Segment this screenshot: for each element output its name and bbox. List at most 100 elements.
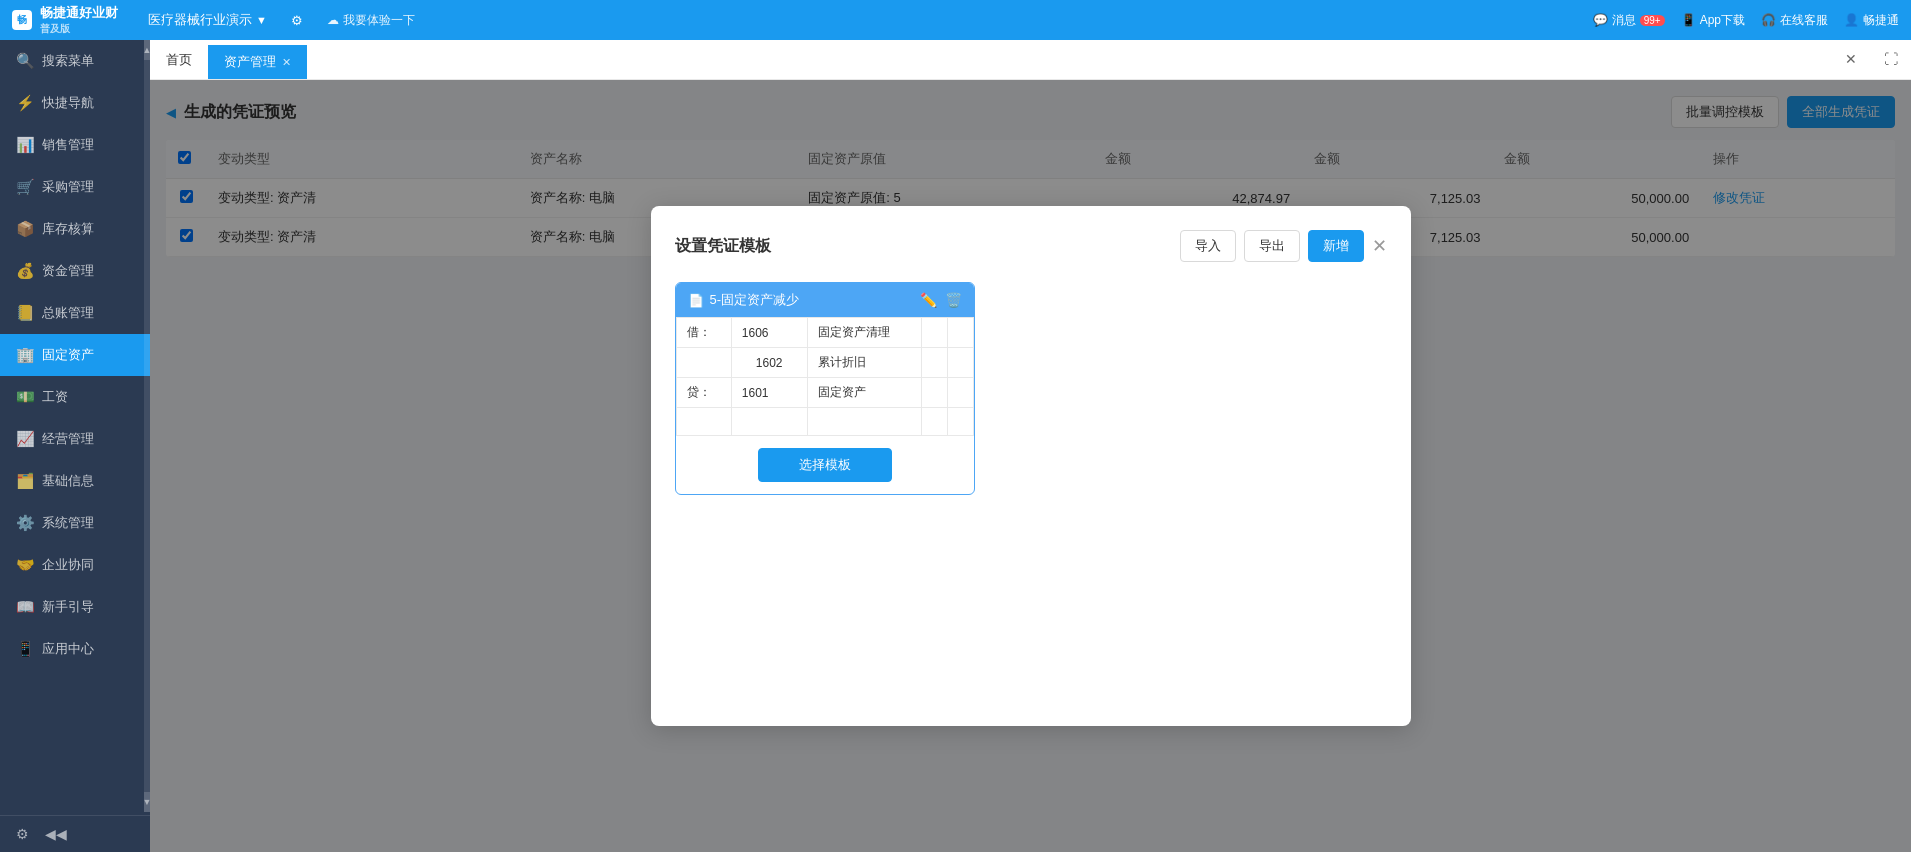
top-bar-right: 💬 消息 99+ 📱 App下载 🎧 在线客服 👤 畅捷通 [1593,12,1899,29]
delete-template-icon[interactable]: 🗑️ [945,292,962,308]
template-card-header: 📄 5-固定资产减少 ✏️ 🗑️ [676,283,974,317]
modal-close-button[interactable]: ✕ [1372,235,1387,257]
template-footer: 选择模板 [676,436,974,494]
sidebar-item-sales[interactable]: 📊 销售管理 [0,124,150,166]
document-icon: 📄 [688,293,704,308]
template-entry-row: 贷： 1601 固定资产 [676,378,973,408]
app-subtitle: 普及版 [40,22,118,36]
sidebar-item-quicknav[interactable]: ⚡ 快捷导航 [0,82,150,124]
operations-icon: 📈 [16,430,34,448]
sidebar-item-purchase[interactable]: 🛒 采购管理 [0,166,150,208]
scroll-up-icon[interactable]: ▲ [143,45,152,55]
template-card: 📄 5-固定资产减少 ✏️ 🗑️ [675,282,975,495]
quicknav-icon: ⚡ [16,94,34,112]
experience-button[interactable]: ☁ 我要体验一下 [327,12,415,29]
collab-icon: 🤝 [16,556,34,574]
credit-col-1 [947,378,973,408]
template-entry-row: 1602 累计折旧 [676,348,973,378]
export-button[interactable]: 导出 [1244,230,1300,262]
import-button[interactable]: 导入 [1180,230,1236,262]
debit-label-2 [676,348,731,378]
app-title: 畅捷通好业财 [40,4,118,22]
purchase-icon: 🛒 [16,178,34,196]
appcenter-icon: 📱 [16,640,34,658]
template-card-title-area: 📄 5-固定资产减少 [688,291,800,309]
select-template-button[interactable]: 选择模板 [758,448,892,482]
guide-icon: 📖 [16,598,34,616]
window-controls: ✕ ⛶ [1831,40,1911,79]
debit-code-1: 1606 [731,318,807,348]
app-logo: 畅 [12,10,32,30]
collapse-sidebar-icon[interactable]: ◀◀ [45,826,67,842]
download-icon: 📱 [1681,13,1696,27]
company-selector[interactable]: 医疗器械行业演示 ▼ [148,11,267,29]
messages-badge: 99+ [1640,15,1665,26]
sidebar-item-assets[interactable]: 🏢 固定资产 [0,334,150,376]
assets-icon: 🏢 [16,346,34,364]
modal-actions: 导入 导出 新增 [1180,230,1364,262]
settings-icon[interactable]: ⚙ [283,6,311,34]
debit-amount-1 [921,318,947,348]
sidebar-item-search[interactable]: 🔍 搜索菜单 [0,40,150,82]
system-icon: ⚙️ [16,514,34,532]
sidebar-item-inventory[interactable]: 📦 库存核算 [0,208,150,250]
messages-button[interactable]: 💬 消息 99+ [1593,12,1665,29]
content-area: 首页 资产管理 ✕ ✕ ⛶ ◀ 生成的凭证预览 [150,40,1911,852]
sidebar-item-appcenter[interactable]: 📱 应用中心 [0,628,150,670]
modal-header-right: 导入 导出 新增 ✕ [1180,230,1387,262]
app-download-button[interactable]: 📱 App下载 [1681,12,1745,29]
maximize-window-button[interactable]: ⛶ [1871,40,1911,79]
top-bar: 畅 畅捷通好业财 普及版 医疗器械行业演示 ▼ ⚙ ☁ 我要体验一下 💬 消息 … [0,0,1911,40]
chevron-down-icon: ▼ [256,14,267,26]
sidebar-item-guide[interactable]: 📖 新手引导 [0,586,150,628]
payroll-icon: 💵 [16,388,34,406]
tab-asset-mgmt[interactable]: 资产管理 ✕ [208,45,307,79]
debit-label-1: 借： [676,318,731,348]
sidebar-bottom: ⚙ ◀◀ [0,815,150,852]
sidebar-item-system[interactable]: ⚙️ 系统管理 [0,502,150,544]
ledger-icon: 📒 [16,304,34,322]
sales-icon: 📊 [16,136,34,154]
sidebar: ▲ ▼ 🔍 搜索菜单 ⚡ 快捷导航 📊 销售管理 [0,40,150,852]
online-service-button[interactable]: 🎧 在线客服 [1761,12,1828,29]
user-icon: 👤 [1844,13,1859,27]
template-modal: 设置凭证模板 导入 导出 新增 ✕ [651,206,1411,726]
inventory-icon: 📦 [16,220,34,238]
sidebar-item-payroll[interactable]: 💵 工资 [0,376,150,418]
debit-code-2: 1602 [731,348,807,378]
sidebar-item-collab[interactable]: 🤝 企业协同 [0,544,150,586]
tab-home[interactable]: 首页 [150,43,208,79]
base-icon: 🗂️ [16,472,34,490]
sidebar-item-base[interactable]: 🗂️ 基础信息 [0,460,150,502]
edit-template-icon[interactable]: ✏️ [920,292,937,308]
template-empty-row [676,408,973,436]
capital-icon: 💰 [16,262,34,280]
sidebar-item-capital[interactable]: 💰 资金管理 [0,250,150,292]
debit-col-2 [947,348,973,378]
credit-amount-1 [921,378,947,408]
user-button[interactable]: 👤 畅捷通 [1844,12,1899,29]
template-name: 5-固定资产减少 [710,291,800,309]
debit-name-1: 固定资产清理 [807,318,921,348]
sidebar-item-operations[interactable]: 📈 经营管理 [0,418,150,460]
modal-header: 设置凭证模板 导入 导出 新增 ✕ [675,230,1387,262]
credit-label: 贷： [676,378,731,408]
new-template-button[interactable]: 新增 [1308,230,1364,262]
template-card-actions: ✏️ 🗑️ [920,292,962,308]
template-entries-table: 借： 1606 固定资产清理 1602 [676,317,974,436]
close-window-button[interactable]: ✕ [1831,40,1871,79]
sidebar-item-ledger[interactable]: 📒 总账管理 [0,292,150,334]
page-content: ◀ 生成的凭证预览 批量调控模板 全部生成凭证 变动类型 [150,80,1911,852]
settings-bottom-icon[interactable]: ⚙ [16,826,29,842]
cloud-icon: ☁ [327,13,339,27]
debit-amount-2 [921,348,947,378]
app-branding: 畅 畅捷通好业财 普及版 [12,4,118,36]
tab-close-icon[interactable]: ✕ [282,56,291,69]
modal-title: 设置凭证模板 [675,236,771,257]
debit-col-1 [947,318,973,348]
tab-bar: 首页 资产管理 ✕ ✕ ⛶ [150,40,1911,80]
service-icon: 🎧 [1761,13,1776,27]
credit-name-1: 固定资产 [807,378,921,408]
template-entry-row: 借： 1606 固定资产清理 [676,318,973,348]
message-icon: 💬 [1593,13,1608,27]
